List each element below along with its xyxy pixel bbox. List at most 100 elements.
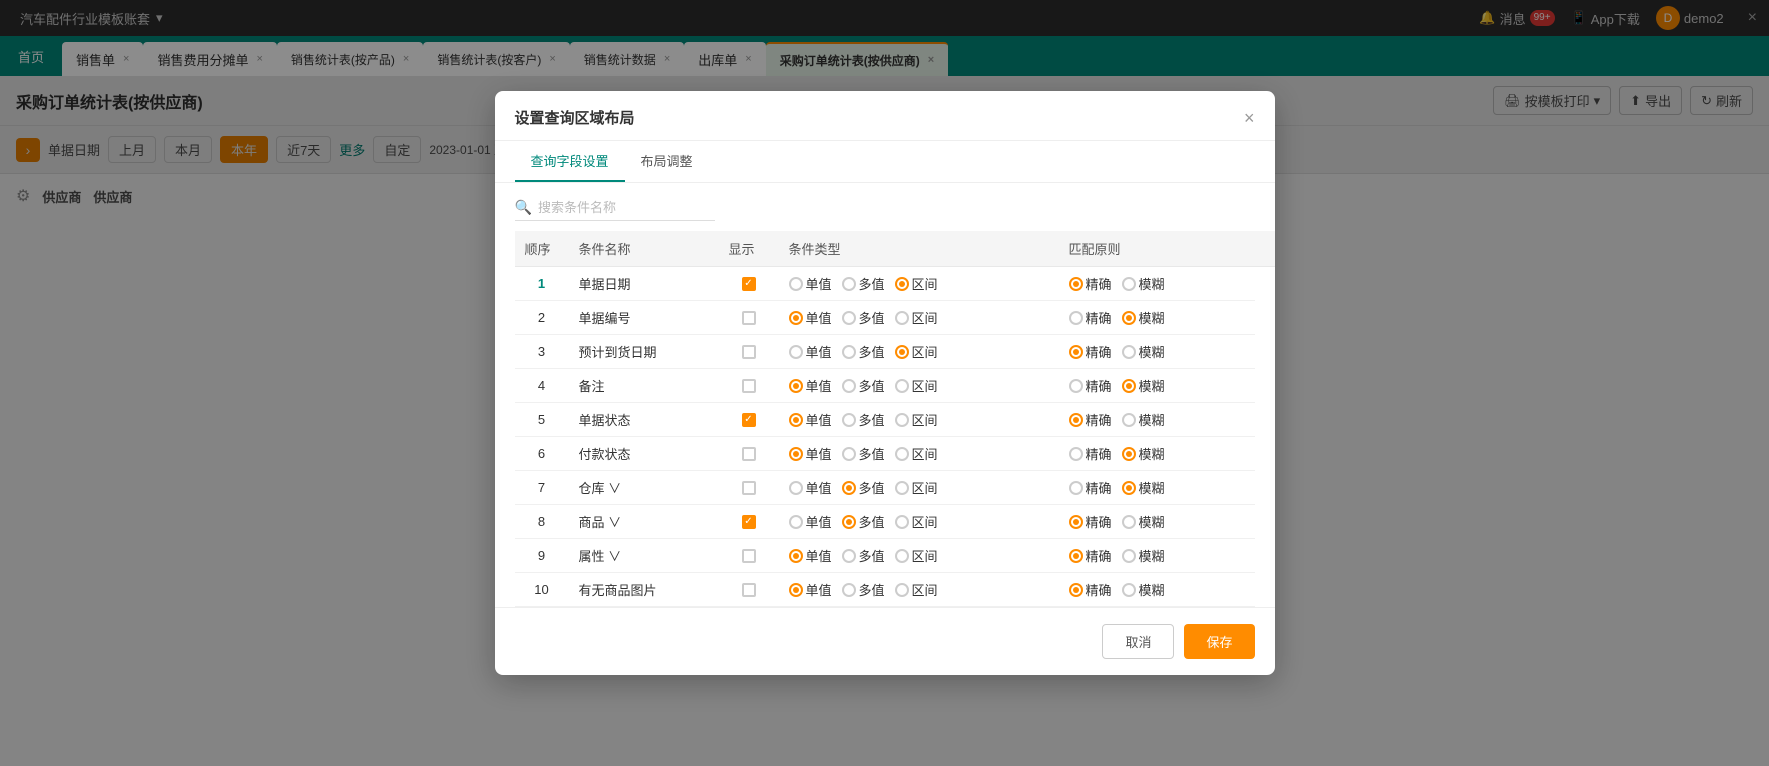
display-checkbox[interactable] — [742, 311, 756, 325]
radio-label: 精确 — [1086, 274, 1112, 293]
display-checkbox[interactable] — [742, 549, 756, 563]
radio-match-模糊[interactable]: 模糊 — [1122, 444, 1165, 463]
radio-type-区间[interactable]: 区间 — [895, 410, 938, 429]
display-checkbox[interactable]: ✓ — [742, 277, 756, 291]
display-checkbox[interactable]: ✓ — [742, 515, 756, 529]
cell-display[interactable] — [719, 607, 779, 608]
radio-match-精确[interactable]: 精确 — [1069, 512, 1112, 531]
cancel-btn[interactable]: 取消 — [1102, 624, 1174, 659]
cell-display[interactable] — [719, 539, 779, 573]
radio-match-精确[interactable]: 精确 — [1069, 308, 1112, 327]
radio-match-精确[interactable]: 精确 — [1069, 478, 1112, 497]
cell-display[interactable] — [719, 335, 779, 369]
radio-match-精确[interactable]: 精确 — [1069, 342, 1112, 361]
radio-match-精确[interactable]: 精确 — [1069, 274, 1112, 293]
radio-match-模糊[interactable]: 模糊 — [1122, 342, 1165, 361]
radio-match-模糊[interactable]: 模糊 — [1122, 580, 1165, 599]
radio-label: 多值 — [859, 410, 885, 429]
table-row: 7仓库 ∨单值多值区间精确模糊 — [515, 471, 1255, 505]
cell-display[interactable]: ✓ — [719, 505, 779, 539]
cell-name: 单据编号 — [569, 301, 719, 335]
radio-type-区间[interactable]: 区间 — [895, 308, 938, 327]
radio-type-多值[interactable]: 多值 — [842, 410, 885, 429]
display-checkbox[interactable]: ✓ — [742, 413, 756, 427]
radio-type-区间[interactable]: 区间 — [895, 546, 938, 565]
th-match: 匹配原则 — [1059, 231, 1275, 267]
radio-match-模糊[interactable]: 模糊 — [1122, 512, 1165, 531]
table-row: 3预计到货日期单值多值区间精确模糊 — [515, 335, 1255, 369]
radio-circle — [789, 379, 803, 393]
radio-type-区间[interactable]: 区间 — [895, 376, 938, 395]
cell-order: 10 — [515, 573, 569, 607]
radio-type-区间[interactable]: 区间 — [895, 444, 938, 463]
cell-match: 精确模糊 — [1059, 573, 1255, 607]
radio-circle — [895, 379, 909, 393]
radio-type-区间[interactable]: 区间 — [895, 342, 938, 361]
radio-label: 模糊 — [1139, 274, 1165, 293]
cell-display[interactable]: ✓ — [719, 403, 779, 437]
modal-close-btn[interactable]: × — [1244, 109, 1255, 127]
radio-type-区间[interactable]: 区间 — [895, 478, 938, 497]
radio-circle — [895, 311, 909, 325]
radio-type-单值[interactable]: 单值 — [789, 308, 832, 327]
radio-type-单值[interactable]: 单值 — [789, 478, 832, 497]
radio-type-单值[interactable]: 单值 — [789, 274, 832, 293]
cell-display[interactable] — [719, 301, 779, 335]
radio-circle — [1122, 583, 1136, 597]
radio-match-精确[interactable]: 精确 — [1069, 376, 1112, 395]
radio-circle — [1069, 311, 1083, 325]
radio-label: 多值 — [859, 308, 885, 327]
radio-match-模糊[interactable]: 模糊 — [1122, 274, 1165, 293]
radio-match-精确[interactable]: 精确 — [1069, 546, 1112, 565]
radio-type-多值[interactable]: 多值 — [842, 274, 885, 293]
radio-type-区间[interactable]: 区间 — [895, 512, 938, 531]
radio-circle — [895, 481, 909, 495]
radio-match-模糊[interactable]: 模糊 — [1122, 376, 1165, 395]
radio-label: 精确 — [1086, 308, 1112, 327]
radio-type-区间[interactable]: 区间 — [895, 274, 938, 293]
radio-type-多值[interactable]: 多值 — [842, 546, 885, 565]
cell-match: 精确模糊 — [1059, 437, 1255, 471]
radio-type-单值[interactable]: 单值 — [789, 342, 832, 361]
radio-type-单值[interactable]: 单值 — [789, 512, 832, 531]
radio-type-多值[interactable]: 多值 — [842, 308, 885, 327]
radio-type-多值[interactable]: 多值 — [842, 376, 885, 395]
radio-type-多值[interactable]: 多值 — [842, 342, 885, 361]
display-checkbox[interactable] — [742, 345, 756, 359]
display-checkbox[interactable] — [742, 583, 756, 597]
cell-display[interactable] — [719, 471, 779, 505]
radio-label: 模糊 — [1139, 546, 1165, 565]
display-checkbox[interactable] — [742, 379, 756, 393]
radio-label: 多值 — [859, 580, 885, 599]
cell-display[interactable] — [719, 369, 779, 403]
radio-match-精确[interactable]: 精确 — [1069, 580, 1112, 599]
tab-layout[interactable]: 布局调整 — [625, 141, 709, 182]
radio-type-多值[interactable]: 多值 — [842, 512, 885, 531]
display-checkbox[interactable] — [742, 447, 756, 461]
radio-type-单值[interactable]: 单值 — [789, 580, 832, 599]
radio-type-多值[interactable]: 多值 — [842, 478, 885, 497]
radio-match-模糊[interactable]: 模糊 — [1122, 478, 1165, 497]
radio-type-多值[interactable]: 多值 — [842, 444, 885, 463]
radio-match-模糊[interactable]: 模糊 — [1122, 546, 1165, 565]
radio-match-模糊[interactable]: 模糊 — [1122, 308, 1165, 327]
radio-label: 区间 — [912, 342, 938, 361]
radio-match-模糊[interactable]: 模糊 — [1122, 410, 1165, 429]
radio-label: 多值 — [859, 274, 885, 293]
radio-type-区间[interactable]: 区间 — [895, 580, 938, 599]
cell-display[interactable]: ✓ — [719, 267, 779, 301]
radio-match-精确[interactable]: 精确 — [1069, 444, 1112, 463]
cell-display[interactable] — [719, 573, 779, 607]
radio-type-单值[interactable]: 单值 — [789, 444, 832, 463]
radio-type-单值[interactable]: 单值 — [789, 376, 832, 395]
radio-type-多值[interactable]: 多值 — [842, 580, 885, 599]
radio-type-单值[interactable]: 单值 — [789, 546, 832, 565]
radio-type-单值[interactable]: 单值 — [789, 410, 832, 429]
save-btn[interactable]: 保存 — [1184, 624, 1254, 659]
search-input[interactable] — [538, 200, 698, 215]
table-row: 1单据日期✓单值多值区间精确模糊 — [515, 267, 1255, 301]
radio-match-精确[interactable]: 精确 — [1069, 410, 1112, 429]
cell-display[interactable] — [719, 437, 779, 471]
tab-query-fields[interactable]: 查询字段设置 — [515, 141, 625, 182]
display-checkbox[interactable] — [742, 481, 756, 495]
